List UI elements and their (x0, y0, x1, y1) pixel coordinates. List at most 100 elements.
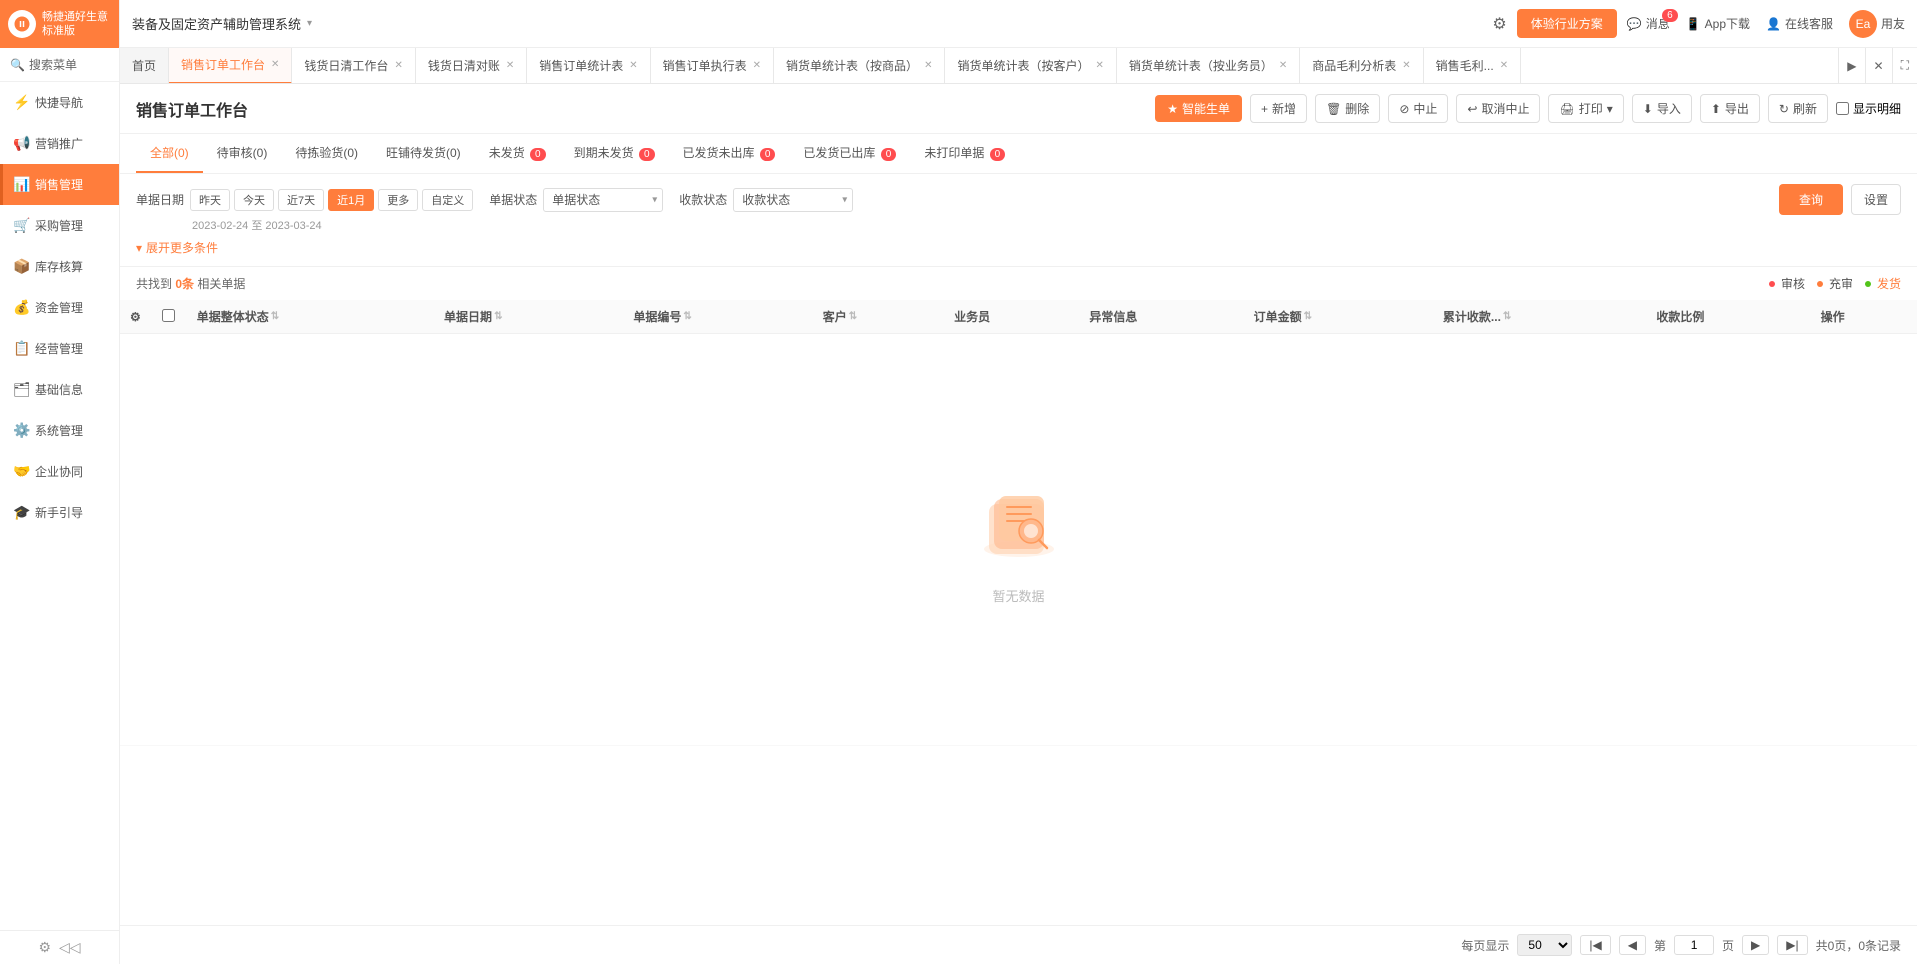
stop-button[interactable]: ⊘ 中止 (1388, 94, 1448, 123)
page-size-select[interactable]: 50 20 100 (1517, 934, 1572, 956)
delete-button[interactable]: 🗑 删除 (1315, 94, 1380, 123)
print-button[interactable]: 🖨 打印 ▾ (1548, 94, 1623, 123)
tab-close-icon-5[interactable]: ✕ (753, 60, 761, 71)
tab-close-icon-8[interactable]: ✕ (1279, 60, 1287, 71)
sidebar-item-inventory[interactable]: 📦 库存核算 (0, 246, 119, 287)
date-btn-yesterday[interactable]: 昨天 (190, 189, 230, 211)
subtab-shipped-not-out[interactable]: 已发货未出库 0 (669, 134, 790, 173)
message-btn[interactable]: 💬 6 消息 (1627, 15, 1670, 32)
tab-close-icon-9[interactable]: ✕ (1402, 60, 1410, 71)
subtab-pending-review[interactable]: 待审核(0) (203, 134, 282, 173)
show-detail-input[interactable] (1836, 102, 1849, 115)
sidebar-item-purchase[interactable]: 🛒 采购管理 (0, 205, 119, 246)
subtab-unprinted[interactable]: 未打印单据 0 (910, 134, 1019, 173)
sidebar-item-basic-info[interactable]: 🗂 基础信息 (0, 369, 119, 410)
page-last-btn[interactable]: ▶| (1777, 935, 1807, 955)
solution-button[interactable]: 体验行业方案 (1517, 9, 1617, 38)
date-btn-today[interactable]: 今天 (234, 189, 274, 211)
print-dropdown-icon[interactable]: ▾ (1607, 102, 1613, 116)
sidebar-item-marketing[interactable]: 📢 营销推广 (0, 123, 119, 164)
topbar-settings-icon[interactable]: ⚙ (1492, 14, 1506, 34)
th-doc-date-sort[interactable]: 单据日期 (444, 308, 502, 325)
date-btn-more[interactable]: 更多 (378, 189, 418, 211)
th-cumulative-payment[interactable]: 累计收款... (1433, 300, 1646, 334)
tab-close-icon-3[interactable]: ✕ (506, 60, 514, 71)
expand-filter-button[interactable]: ▾ 展开更多条件 (136, 239, 1901, 256)
tab-sales-more[interactable]: 销售毛利... ✕ (1424, 48, 1521, 84)
th-doc-date[interactable]: 单据日期 (434, 300, 623, 334)
tab-close-icon-2[interactable]: ✕ (394, 60, 402, 71)
tab-daily-reconcile[interactable]: 钱货日清对账 ✕ (416, 48, 527, 84)
th-settings[interactable]: ⚙ (120, 300, 151, 334)
th-order-amount[interactable]: 订单金额 (1244, 300, 1433, 334)
system-dropdown-icon[interactable]: ▾ (307, 18, 312, 29)
th-payment-ratio[interactable]: 收款比例 (1646, 300, 1810, 334)
th-doc-status-sort[interactable]: 单据整体状态 (197, 308, 279, 325)
review-action-btn[interactable]: 审核 (1769, 275, 1805, 292)
th-customer-sort[interactable]: 客户 (823, 308, 857, 325)
tabs-close-all[interactable]: ✕ (1865, 48, 1892, 84)
tab-close-icon[interactable]: ✕ (271, 59, 279, 70)
th-order-amount-sort[interactable]: 订单金额 (1254, 308, 1312, 325)
page-first-btn[interactable]: |◀ (1580, 935, 1610, 955)
sidebar-item-finance[interactable]: 💰 资金管理 (0, 287, 119, 328)
tab-close-icon-4[interactable]: ✕ (629, 60, 637, 71)
online-service-btn[interactable]: 👤 在线客服 (1766, 15, 1833, 32)
refresh-button[interactable]: ↻ 刷新 (1768, 94, 1828, 123)
date-btn-month[interactable]: 近1月 (328, 189, 374, 211)
th-doc-status[interactable]: 单据整体状态 (187, 300, 434, 334)
show-detail-checkbox[interactable]: 显示明细 (1836, 100, 1901, 117)
tab-daily-clear[interactable]: 钱货日清工作台 ✕ (292, 48, 415, 84)
cancel-review-action-btn[interactable]: 充审 (1817, 275, 1853, 292)
collapse-icon[interactable]: ◁◁ (59, 939, 81, 956)
tab-close-icon-7[interactable]: ✕ (1095, 60, 1103, 71)
tab-sales-staff[interactable]: 销货单统计表（按业务员） ✕ (1117, 48, 1300, 84)
tab-close-icon-6[interactable]: ✕ (924, 60, 932, 71)
th-operations[interactable]: 操作 (1811, 300, 1917, 334)
tab-sales-exec[interactable]: 销售订单执行表 ✕ (651, 48, 774, 84)
th-checkbox[interactable] (151, 300, 187, 334)
tabs-scroll-right[interactable]: ▶ (1838, 48, 1864, 84)
query-button[interactable]: 查询 (1779, 184, 1843, 215)
filter-payment-select[interactable]: 收款状态 (733, 188, 853, 212)
tab-gross-margin[interactable]: 商品毛利分析表 ✕ (1300, 48, 1423, 84)
user-avatar[interactable]: Ea 用友 (1849, 10, 1905, 38)
subtab-wangpu-pending[interactable]: 旺铺待发货(0) (372, 134, 475, 173)
tab-close-icon-10[interactable]: ✕ (1500, 60, 1508, 71)
add-button[interactable]: + 新增 (1250, 94, 1307, 123)
page-prev-btn[interactable]: ◀ (1619, 935, 1646, 955)
tab-sales-stats[interactable]: 销售订单统计表 ✕ (527, 48, 650, 84)
sidebar-item-guide[interactable]: 🎓 新手引导 (0, 492, 119, 533)
sidebar-item-quicknav[interactable]: ⚡ 快捷导航 (0, 82, 119, 123)
sidebar-item-operations[interactable]: 📋 经营管理 (0, 328, 119, 369)
th-salesperson[interactable]: 业务员 (944, 300, 1079, 334)
sidebar-item-sales[interactable]: 📊 销售管理 (0, 164, 119, 205)
filter-status-select[interactable]: 单据状态 (543, 188, 663, 212)
th-doc-number-sort[interactable]: 单据编号 (633, 308, 691, 325)
export-button[interactable]: ⬆ 导出 (1700, 94, 1760, 123)
tab-sales-workbench[interactable]: 销售订单工作台 ✕ (169, 48, 292, 84)
th-abnormal-info[interactable]: 异常信息 (1079, 300, 1243, 334)
subtab-shipped-out[interactable]: 已发货已出库 0 (789, 134, 910, 173)
tabs-maximize[interactable]: ⛶ (1892, 48, 1917, 84)
sidebar-item-system[interactable]: ⚙️ 系统管理 (0, 410, 119, 451)
tab-home[interactable]: 首页 (120, 48, 169, 84)
sidebar-search[interactable]: 🔍 搜索菜单 (0, 48, 119, 82)
th-customer[interactable]: 客户 (813, 300, 944, 334)
settings-bottom-icon[interactable]: ⚙ (38, 939, 51, 956)
app-download-btn[interactable]: 📱 App下载 (1686, 15, 1750, 32)
subtab-all[interactable]: 全部(0) (136, 134, 203, 173)
select-all-checkbox[interactable] (162, 309, 175, 322)
subtab-unshipped[interactable]: 未发货 0 (475, 134, 560, 173)
subtab-pending-inspect[interactable]: 待拣验货(0) (281, 134, 372, 173)
tab-sales-customer[interactable]: 销货单统计表（按客户） ✕ (945, 48, 1116, 84)
tab-sales-product[interactable]: 销货单统计表（按商品） ✕ (774, 48, 945, 84)
page-next-btn[interactable]: ▶ (1742, 935, 1769, 955)
filter-settings-button[interactable]: 设置 (1851, 184, 1901, 215)
sidebar-item-collab[interactable]: 🤝 企业协同 (0, 451, 119, 492)
th-doc-number[interactable]: 单据编号 (623, 300, 812, 334)
subtab-overdue-unshipped[interactable]: 到期未发货 0 (560, 134, 669, 173)
smart-gen-button[interactable]: ★ 智能生单 (1155, 95, 1242, 122)
date-btn-7days[interactable]: 近7天 (278, 189, 324, 211)
page-number-input[interactable] (1674, 935, 1714, 955)
